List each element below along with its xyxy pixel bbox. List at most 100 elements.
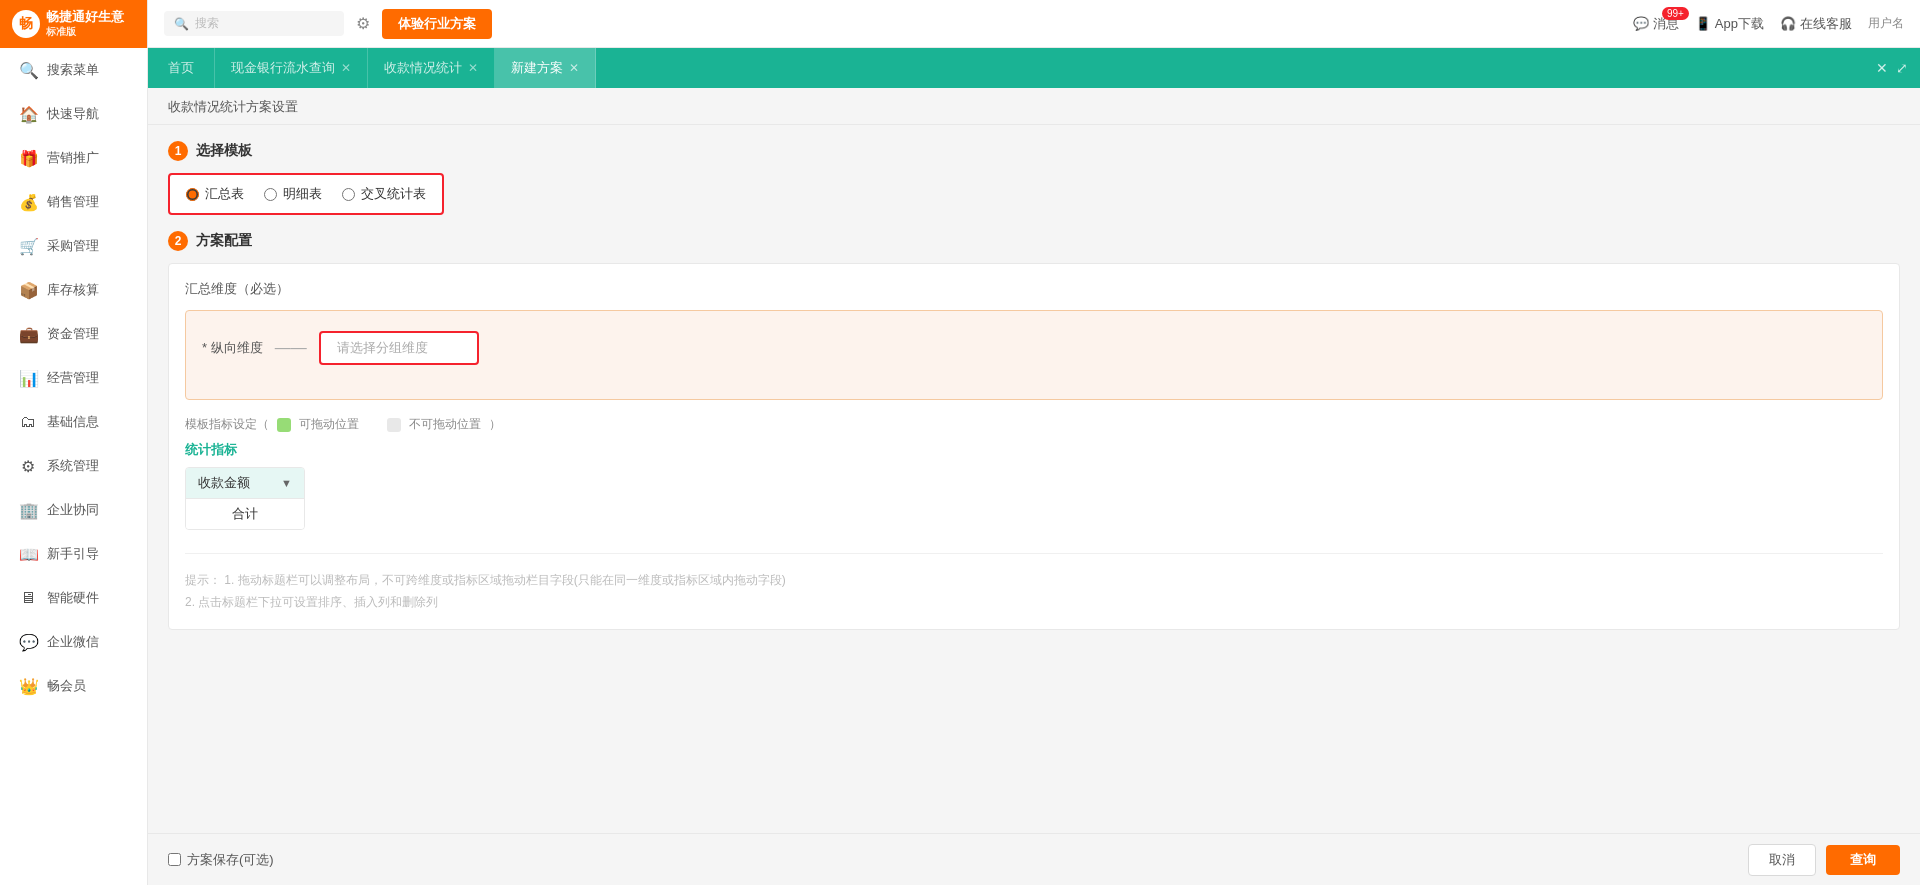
non-draggable-indicator [387, 418, 401, 432]
tabs-bar: 首页 现金银行流水查询 ✕ 收款情况统计 ✕ 新建方案 ✕ ✕ ⤢ [148, 48, 1920, 88]
search-icon: 🔍 [19, 61, 37, 80]
online-service-item[interactable]: 🎧 在线客服 [1780, 15, 1852, 33]
app-icon: 📱 [1695, 16, 1711, 31]
topbar-right: 💬 消息 99+ 📱 App下载 🎧 在线客服 用户名 [1633, 15, 1904, 33]
dimension-section-title: 汇总维度（必选） [185, 280, 1883, 298]
tab-new-plan[interactable]: 新建方案 ✕ [495, 48, 596, 88]
topbar-search-placeholder: 搜索 [195, 15, 219, 32]
sidebar-item-system[interactable]: ⚙ 系统管理 [0, 444, 147, 488]
tab-bank-flow-close-icon[interactable]: ✕ [341, 61, 351, 75]
cancel-button[interactable]: 取消 [1748, 844, 1816, 876]
tab-collection-stats-label: 收款情况统计 [384, 59, 462, 77]
trial-button[interactable]: 体验行业方案 [382, 9, 492, 39]
metrics-column-header[interactable]: 收款金额 ▼ [186, 468, 304, 499]
content-area: 1 选择模板 汇总表 明细表 [148, 125, 1920, 833]
app-download-item[interactable]: 📱 App下载 [1695, 15, 1764, 33]
online-service-label: 在线客服 [1800, 15, 1852, 33]
sidebar-item-wechat[interactable]: 💬 企业微信 [0, 620, 147, 664]
template-selection-box: 汇总表 明细表 交叉统计表 [168, 173, 444, 215]
sidebar-item-marketing[interactable]: 🎁 营销推广 [0, 136, 147, 180]
user-name: 用户名 [1868, 15, 1904, 32]
building-icon: 🏢 [19, 501, 37, 520]
save-checkbox[interactable] [168, 853, 181, 866]
dimension-area: * 纵向维度 —— 请选择分组维度 [185, 310, 1883, 400]
notifications-item[interactable]: 💬 消息 99+ [1633, 15, 1679, 33]
chart-icon: 📊 [19, 369, 37, 388]
sidebar-item-finance[interactable]: 💼 资金管理 [0, 312, 147, 356]
tab-collection-stats-close-icon[interactable]: ✕ [468, 61, 478, 75]
tips-section: 提示： 1. 拖动标题栏可以调整布局，不可跨维度或指标区域拖动栏目字段(只能在同… [185, 553, 1883, 613]
sidebar: 畅 畅捷通好生意 标准版 🔍 搜索菜单 🏠 快速导航 🎁 营销推广 💰 销售管理… [0, 0, 148, 885]
tab-home-label: 首页 [168, 59, 194, 77]
sidebar-item-guide[interactable]: 📖 新手引导 [0, 532, 147, 576]
radio-detail-input[interactable] [264, 188, 277, 201]
tab-collection-stats[interactable]: 收款情况统计 ✕ [368, 48, 495, 88]
step2-header: 2 方案配置 [168, 231, 1900, 251]
draggable-label: 可拖动位置 [299, 416, 359, 433]
sidebar-item-hardware[interactable]: 🖥 智能硬件 [0, 576, 147, 620]
money-icon: 💰 [19, 193, 37, 212]
metrics-chevron-icon[interactable]: ▼ [281, 477, 292, 489]
non-draggable-label: 不可拖动位置 [409, 416, 481, 433]
radio-detail[interactable]: 明细表 [264, 185, 322, 203]
sidebar-item-member[interactable]: 👑 畅会员 [0, 664, 147, 708]
metrics-group-label: 统计指标 [185, 441, 1883, 459]
sidebar-item-operations[interactable]: 📊 经营管理 [0, 356, 147, 400]
radio-summary[interactable]: 汇总表 [186, 185, 244, 203]
close-window-icon[interactable]: ✕ [1876, 60, 1888, 76]
step2-number: 2 [168, 231, 188, 251]
sidebar-item-label: 搜索菜单 [47, 61, 99, 79]
radio-summary-input[interactable] [186, 188, 199, 201]
settings-icon[interactable]: ⚙ [356, 14, 370, 33]
book-icon: 📖 [19, 545, 37, 564]
box-icon: 📦 [19, 281, 37, 300]
topbar-search[interactable]: 🔍 搜索 [164, 11, 344, 36]
sidebar-item-quick-nav[interactable]: 🏠 快速导航 [0, 92, 147, 136]
sidebar-item-label: 畅会员 [47, 677, 86, 695]
topbar-search-icon: 🔍 [174, 17, 189, 31]
save-checkbox-area[interactable]: 方案保存(可选) [168, 851, 274, 869]
sidebar-item-sales[interactable]: 💰 销售管理 [0, 180, 147, 224]
metrics-header: 模板指标设定（ 可拖动位置 不可拖动位置 ） [185, 416, 1883, 433]
main-area: 🔍 搜索 ⚙ 体验行业方案 💬 消息 99+ 📱 App下载 🎧 在线客服 用户… [148, 0, 1920, 885]
radio-cross[interactable]: 交叉统计表 [342, 185, 426, 203]
tab-bank-flow[interactable]: 现金银行流水查询 ✕ [215, 48, 368, 88]
sidebar-item-inventory[interactable]: 📦 库存核算 [0, 268, 147, 312]
sidebar-item-label: 新手引导 [47, 545, 99, 563]
headset-icon: 🎧 [1780, 16, 1796, 31]
dimension-select[interactable]: 请选择分组维度 [319, 331, 479, 365]
cart-icon: 🛒 [19, 237, 37, 256]
maximize-icon[interactable]: ⤢ [1896, 60, 1908, 76]
sidebar-item-corp[interactable]: 🏢 企业协同 [0, 488, 147, 532]
logo-version: 标准版 [46, 25, 124, 39]
crown-icon: 👑 [19, 677, 37, 696]
gift-icon: 🎁 [19, 149, 37, 168]
metrics-section: 模板指标设定（ 可拖动位置 不可拖动位置 ） 统计指标 [185, 416, 1883, 533]
sidebar-item-label: 经营管理 [47, 369, 99, 387]
dimension-placeholder: 请选择分组维度 [337, 340, 428, 355]
user-item[interactable]: 用户名 [1868, 15, 1904, 32]
bottom-bar: 方案保存(可选) 取消 查询 [148, 833, 1920, 885]
radio-cross-input[interactable] [342, 188, 355, 201]
home-icon: 🏠 [19, 105, 37, 124]
app-download-label: App下载 [1715, 15, 1764, 33]
dimension-arrow: —— [275, 339, 307, 357]
tips-line1: 提示： 1. 拖动标题栏可以调整布局，不可跨维度或指标区域拖动栏目字段(只能在同… [185, 570, 1883, 592]
metrics-row-total: 合计 [186, 499, 304, 529]
sidebar-item-basic-info[interactable]: 🗂 基础信息 [0, 400, 147, 444]
tab-new-plan-close-icon[interactable]: ✕ [569, 61, 579, 75]
logo-icon: 畅 [12, 10, 40, 38]
sidebar-item-purchase[interactable]: 🛒 采购管理 [0, 224, 147, 268]
tab-home[interactable]: 首页 [148, 48, 215, 88]
step1-number: 1 [168, 141, 188, 161]
query-button[interactable]: 查询 [1826, 845, 1900, 875]
sidebar-item-label: 库存核算 [47, 281, 99, 299]
sidebar-item-label: 采购管理 [47, 237, 99, 255]
briefcase-icon: 💼 [19, 325, 37, 344]
metrics-config-label-end: ） [489, 416, 501, 433]
sidebar-item-search[interactable]: 🔍 搜索菜单 [0, 48, 147, 92]
notifications-badge: 99+ [1662, 7, 1689, 20]
metrics-separator [367, 416, 379, 433]
tab-new-plan-label: 新建方案 [511, 59, 563, 77]
sidebar-item-label: 基础信息 [47, 413, 99, 431]
